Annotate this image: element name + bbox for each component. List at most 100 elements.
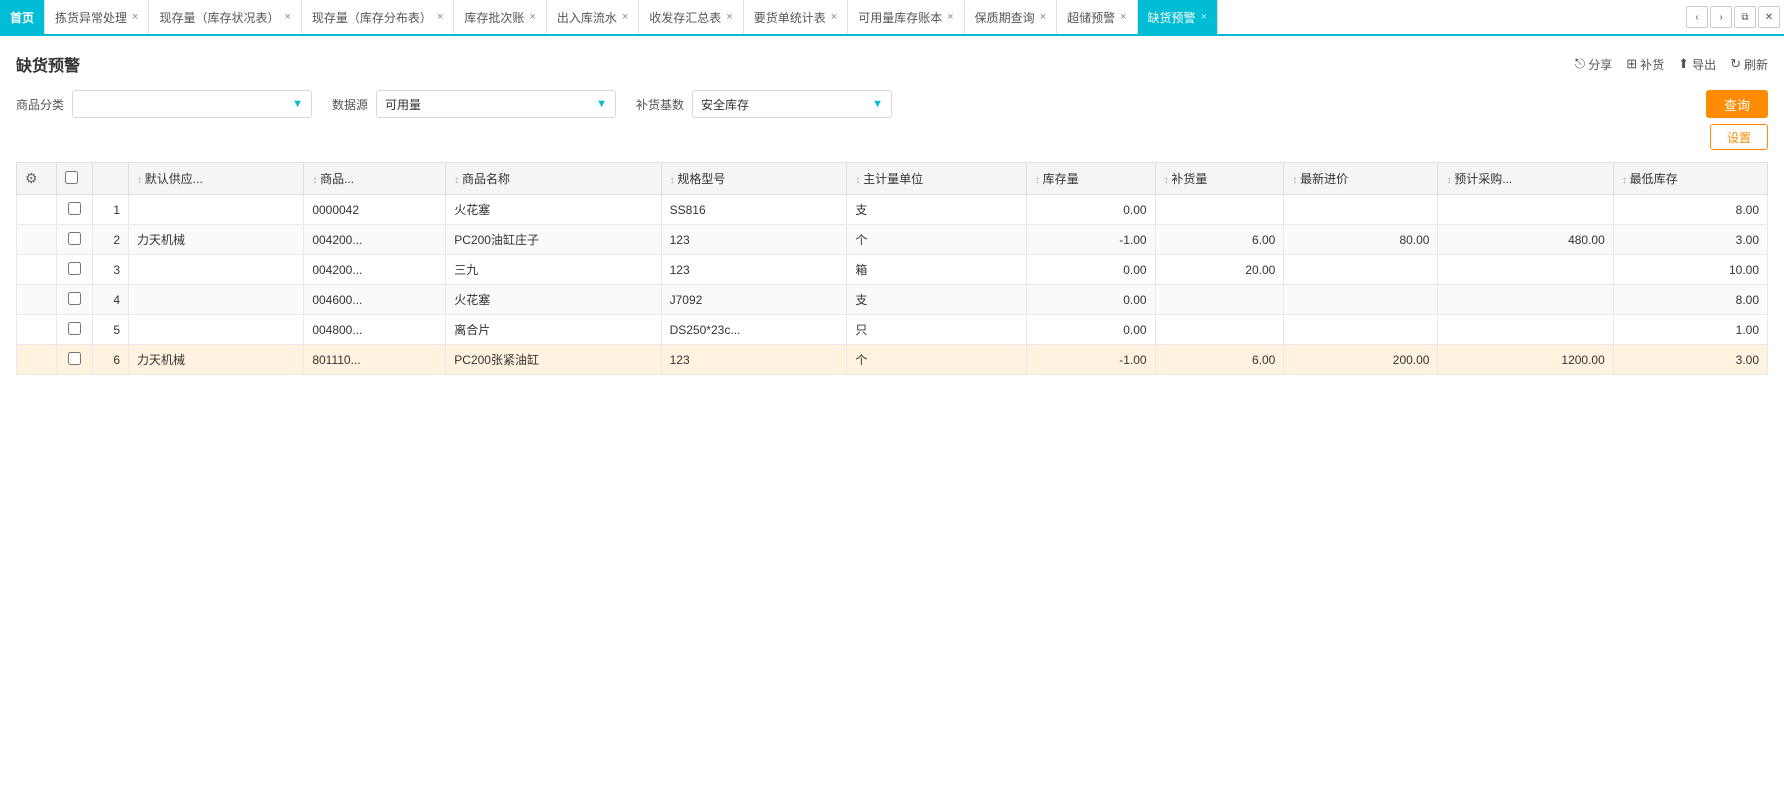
tab-shortage-close[interactable]: × bbox=[1201, 11, 1207, 23]
tab-order[interactable]: 要货单统计表 × bbox=[744, 0, 848, 34]
tab-home-label: 首页 bbox=[10, 9, 34, 26]
row-min-stock: 8.00 bbox=[1613, 195, 1767, 225]
export-button[interactable]: ⬆ 导出 bbox=[1678, 56, 1716, 73]
window-restore-btn[interactable]: ⧉ bbox=[1734, 6, 1756, 28]
col-min-stock-header[interactable]: 最低库存 bbox=[1613, 163, 1767, 195]
row-min-stock: 3.00 bbox=[1613, 225, 1767, 255]
tab-inv2[interactable]: 现存量（库存分布表） × bbox=[302, 0, 454, 34]
tab-inv1-close[interactable]: × bbox=[284, 11, 290, 23]
tab-batch[interactable]: 库存批次账 × bbox=[454, 0, 546, 34]
tab-avail-close[interactable]: × bbox=[947, 11, 953, 23]
row-unit: 支 bbox=[847, 195, 1027, 225]
row-index: 5 bbox=[93, 315, 129, 345]
row-stock: 0.00 bbox=[1026, 195, 1155, 225]
row-checkbox-1[interactable] bbox=[68, 232, 81, 245]
row-product-name: 火花塞 bbox=[446, 195, 661, 225]
window-close-btn[interactable]: ✕ bbox=[1758, 6, 1780, 28]
page-content: 缺货预警 ⎋ 分享 ⊞ 补货 ⬆ 导出 ↻ 刷新 商品分类 bbox=[0, 36, 1784, 796]
row-checkbox-cell[interactable] bbox=[57, 255, 93, 285]
tab-flow[interactable]: 出入库流水 × bbox=[547, 0, 639, 34]
table-settings-icon[interactable]: ⚙ bbox=[25, 170, 38, 186]
row-est-purchase bbox=[1438, 255, 1613, 285]
filter-area: 商品分类 ▼ 数据源 可用量 ▼ 补货基数 安全库存 ▼ bbox=[16, 90, 1768, 150]
tab-flow-close[interactable]: × bbox=[622, 11, 628, 23]
table-row[interactable]: 5 004800... 离合片 DS250*23c... 只 0.00 1.00 bbox=[17, 315, 1768, 345]
row-checkbox-4[interactable] bbox=[68, 322, 81, 335]
row-checkbox-cell[interactable] bbox=[57, 195, 93, 225]
category-select[interactable]: ▼ bbox=[72, 90, 312, 118]
refresh-label: 刷新 bbox=[1744, 56, 1768, 73]
tab-batch-close[interactable]: × bbox=[529, 11, 535, 23]
col-est-purchase-header[interactable]: 预计采购... bbox=[1438, 163, 1613, 195]
col-supplier-header[interactable]: 默认供应... bbox=[129, 163, 304, 195]
tab-shortage-label: 缺货预警 bbox=[1148, 9, 1196, 26]
category-dropdown-icon: ▼ bbox=[292, 98, 303, 110]
table-row[interactable]: 6 力天机械 801110... PC200张紧油缸 123 个 -1.00 6… bbox=[17, 345, 1768, 375]
select-all-checkbox[interactable] bbox=[65, 171, 78, 184]
table-row[interactable]: 2 力天机械 004200... PC200油缸庄子 123 个 -1.00 6… bbox=[17, 225, 1768, 255]
col-spec-header[interactable]: 规格型号 bbox=[661, 163, 847, 195]
tab-order-close[interactable]: × bbox=[831, 11, 837, 23]
row-min-stock: 10.00 bbox=[1613, 255, 1767, 285]
tab-bar: 首页 拣货异常处理 × 现存量（库存状况表） × 现存量（库存分布表） × 库存… bbox=[0, 0, 1784, 36]
tab-summary-close[interactable]: × bbox=[726, 11, 732, 23]
table-row[interactable]: 3 004200... 三九 123 箱 0.00 20.00 10.00 bbox=[17, 255, 1768, 285]
tab-batch-label: 库存批次账 bbox=[464, 9, 524, 26]
share-button[interactable]: ⎋ 分享 bbox=[1575, 56, 1612, 73]
tab-inv2-close[interactable]: × bbox=[437, 11, 443, 23]
tab-expire-close[interactable]: × bbox=[1040, 11, 1046, 23]
row-checkbox-2[interactable] bbox=[68, 262, 81, 275]
row-checkbox-cell[interactable] bbox=[57, 285, 93, 315]
row-latest-price bbox=[1284, 255, 1438, 285]
tab-inv1-label: 现存量（库存状况表） bbox=[159, 9, 279, 26]
row-checkbox-3[interactable] bbox=[68, 292, 81, 305]
row-latest-price: 80.00 bbox=[1284, 225, 1438, 255]
tab-prev-btn[interactable]: ‹ bbox=[1686, 6, 1708, 28]
settings-button[interactable]: 设置 bbox=[1710, 124, 1768, 150]
query-button[interactable]: 查询 bbox=[1706, 90, 1768, 118]
row-checkbox-5[interactable] bbox=[68, 352, 81, 365]
replenish-button[interactable]: ⊞ 补货 bbox=[1626, 56, 1664, 73]
tab-pick-close[interactable]: × bbox=[132, 11, 138, 23]
tab-next-btn[interactable]: › bbox=[1710, 6, 1732, 28]
row-latest-price bbox=[1284, 315, 1438, 345]
tab-inv1[interactable]: 现存量（库存状况表） × bbox=[149, 0, 301, 34]
row-spec: 123 bbox=[661, 345, 847, 375]
row-replenish-qty: 6.00 bbox=[1155, 345, 1284, 375]
tab-home[interactable]: 首页 bbox=[0, 0, 45, 34]
export-label: 导出 bbox=[1692, 56, 1716, 73]
tab-overstock[interactable]: 超储预警 × bbox=[1057, 0, 1137, 34]
page-title: 缺货预警 bbox=[16, 52, 80, 76]
row-stock: 0.00 bbox=[1026, 315, 1155, 345]
row-checkbox-cell[interactable] bbox=[57, 315, 93, 345]
tab-pick[interactable]: 拣货异常处理 × bbox=[45, 0, 149, 34]
tab-shortage[interactable]: 缺货预警 × bbox=[1138, 0, 1218, 34]
row-checkbox-0[interactable] bbox=[68, 202, 81, 215]
tab-summary[interactable]: 收发存汇总表 × bbox=[639, 0, 743, 34]
row-checkbox-cell[interactable] bbox=[57, 345, 93, 375]
col-latest-price-header[interactable]: 最新进价 bbox=[1284, 163, 1438, 195]
table-header: ⚙ 默认供应... 商品... 商品名称 规格型号 bbox=[17, 163, 1768, 195]
col-product-name-header[interactable]: 商品名称 bbox=[446, 163, 661, 195]
tab-expire[interactable]: 保质期查询 × bbox=[965, 0, 1057, 34]
row-product-name: 火花塞 bbox=[446, 285, 661, 315]
tab-overstock-close[interactable]: × bbox=[1120, 11, 1126, 23]
row-unit: 支 bbox=[847, 285, 1027, 315]
col-replenish-header[interactable]: 补货量 bbox=[1155, 163, 1284, 195]
col-product-code-header[interactable]: 商品... bbox=[304, 163, 446, 195]
row-supplier bbox=[129, 315, 304, 345]
tab-avail[interactable]: 可用量库存账本 × bbox=[848, 0, 964, 34]
datasource-select[interactable]: 可用量 ▼ bbox=[376, 90, 616, 118]
row-supplier bbox=[129, 255, 304, 285]
col-unit-header[interactable]: 主计量单位 bbox=[847, 163, 1027, 195]
refresh-button[interactable]: ↻ 刷新 bbox=[1730, 56, 1768, 73]
table-row[interactable]: 1 0000042 火花塞 SS816 支 0.00 8.00 bbox=[17, 195, 1768, 225]
replenish-base-select[interactable]: 安全库存 ▼ bbox=[692, 90, 892, 118]
table-row[interactable]: 4 004600... 火花塞 J7092 支 0.00 8.00 bbox=[17, 285, 1768, 315]
tab-expire-label: 保质期查询 bbox=[975, 9, 1035, 26]
col-unit-label: 主计量单位 bbox=[863, 172, 923, 186]
row-checkbox-cell[interactable] bbox=[57, 225, 93, 255]
share-icon: ⎋ bbox=[1575, 56, 1585, 72]
row-min-stock: 8.00 bbox=[1613, 285, 1767, 315]
col-stock-header[interactable]: 库存量 bbox=[1026, 163, 1155, 195]
